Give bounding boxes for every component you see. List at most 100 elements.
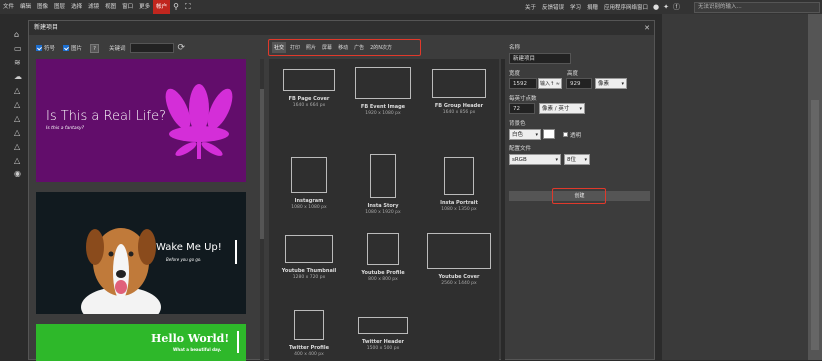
preset-name: FB Group Header [434,103,484,109]
preset-item[interactable]: Insta Story 1080 x 1920 px [349,154,417,215]
ppi-label: 每英寸点数 [509,96,537,102]
template-title: Is This a Real Life? [46,109,167,124]
height-input[interactable]: 929 [566,78,592,89]
preset-preview [432,69,486,98]
help-button[interactable]: ? [90,43,100,53]
decorative-bar [235,240,237,264]
menu-view[interactable]: 视图 [102,0,119,14]
preset-item[interactable]: Youtube Thumbnail 1280 x 720 px [275,235,343,280]
menu-layer[interactable]: 图层 [51,0,68,14]
preset-size: 1920 x 1080 px [365,111,401,116]
template-card[interactable]: Is This a Real Life? Is this a fantasy? [36,59,246,182]
template-scrollbar[interactable] [260,59,264,361]
transparent-checkbox[interactable] [563,132,568,137]
preset-item[interactable]: FB Event Image 1920 x 1080 px [349,67,417,116]
template-card[interactable]: Wake Me Up! Before you go go. [36,192,246,314]
facebook-icon[interactable]: ⓕ [671,2,682,12]
tab-ads[interactable]: 广告 [352,42,366,53]
images-label: 图片 [71,46,83,52]
menu-about[interactable]: 关于 [522,3,539,11]
background-select[interactable]: 白色 ▾ [509,129,541,140]
name-input[interactable]: 新建项目 [509,53,571,64]
tab-print[interactable]: 打印 [288,42,302,53]
preset-item[interactable]: Twitter Header 1500 x 500 px [349,317,417,351]
ppi-unit-select[interactable]: 像素 / 英寸 ▾ [539,103,585,114]
monitor-icon[interactable]: ▭ [14,44,22,53]
home-icon[interactable]: ⌂ [14,30,19,39]
symbols-checkbox[interactable] [36,45,42,51]
preset-item[interactable]: Youtube Profile 800 x 800 px [349,233,417,282]
menu-donate[interactable]: 捐赠 [584,3,601,11]
tab-photo[interactable]: 照片 [304,42,318,53]
ppi-unit-value: 像素 / 英寸 [542,106,570,112]
preset-preview [358,317,408,334]
chevron-down-icon: ▾ [579,106,582,112]
menu-image[interactable]: 图像 [34,0,51,14]
menu-window[interactable]: 窗口 [119,0,136,14]
highlight-frame [552,188,606,204]
tab-mobile[interactable]: 移动 [336,42,350,53]
color-swatch[interactable] [543,129,555,139]
background-value: 白色 [512,132,524,138]
cloud-icon[interactable]: ☁ [14,72,22,81]
layers-icon[interactable]: ≋ [14,58,21,67]
preset-item[interactable]: FB Page Cover 1640 x 664 px [275,69,343,108]
template-subtitle: What a beautiful day. [173,347,222,352]
tab-screen[interactable]: 屏幕 [320,42,334,53]
transparent-label: 透明 [570,133,582,139]
drive-icon[interactable]: △ [14,128,20,137]
menu-file[interactable]: 文件 [0,0,17,14]
preset-name: Insta Story [367,203,399,209]
unit-select[interactable]: 像素 ▾ [595,78,627,89]
preset-preview [294,310,324,340]
template-card[interactable]: Hello World! What a beautiful day. [36,324,246,361]
preset-name: Youtube Cover [438,274,480,280]
preset-tabs: 社交 打印 照片 屏幕 移动 广告 2的N次方 [268,39,421,56]
input-button[interactable]: 输入↑ ≈ [538,78,562,89]
template-subtitle: Is this a fantasy? [46,126,85,131]
fullscreen-icon[interactable]: ⛶ [182,0,194,14]
menu-report-bug[interactable]: 反馈错误 [539,3,567,11]
preset-item[interactable]: Insta Portrait 1080 x 1350 px [424,157,494,212]
preset-item[interactable]: FB Group Header 1640 x 856 px [424,69,494,115]
menu-edit[interactable]: 编辑 [17,0,34,14]
close-icon[interactable]: ✕ [644,21,650,35]
preset-preview [370,154,396,198]
drive-icon[interactable]: △ [14,114,20,123]
template-title: Wake Me Up! [156,242,222,253]
scrollbar-thumb[interactable] [501,59,505,361]
width-input[interactable]: 1592 [509,78,537,89]
gamepad-icon[interactable]: ◉ [14,169,21,178]
scrollbar-thumb[interactable] [811,100,819,350]
search-input[interactable]: 无法识别的输入... [694,2,820,13]
menu-account[interactable]: 帐户 [153,0,171,14]
ppi-input[interactable]: 72 [509,103,535,114]
preset-item[interactable]: Youtube Cover 2560 x 1440 px [424,233,494,286]
profile-select[interactable]: sRGB ▾ [509,154,561,165]
keyword-input[interactable] [129,43,174,53]
menu-select[interactable]: 选择 [68,0,85,14]
drive-icon[interactable]: △ [14,156,20,165]
drive-icon[interactable]: △ [14,100,20,109]
tab-power-of-two[interactable]: 2的N次方 [368,42,394,53]
drive-icon[interactable]: △ [14,142,20,151]
images-checkbox[interactable] [63,45,70,51]
reddit-icon[interactable]: ● [651,3,661,11]
scrollbar-thumb[interactable] [260,89,264,239]
preset-scrollbar[interactable] [501,59,505,361]
bit-depth-select[interactable]: 8位 ▾ [564,154,590,165]
menu-more[interactable]: 更多 [136,0,153,14]
drive-icon[interactable]: △ [14,86,20,95]
preset-item[interactable]: Instagram 1080 x 1080 px [275,157,343,210]
twitter-icon[interactable]: ✦ [661,3,671,11]
menu-filter[interactable]: 滤镜 [85,0,102,14]
preset-size: 1640 x 856 px [442,110,476,115]
search-icon[interactable]: ⚲ [170,0,182,14]
menu-learn[interactable]: 学习 [567,3,584,11]
preset-item[interactable]: Twitter Profile 400 x 400 px [275,310,343,357]
preset-preview [291,157,327,193]
tab-social[interactable]: 社交 [272,42,287,53]
menu-app-window[interactable]: 应用程序网络窗口 [601,3,651,11]
refresh-icon[interactable]: ⟳ [178,43,186,53]
preset-preview [283,69,335,91]
